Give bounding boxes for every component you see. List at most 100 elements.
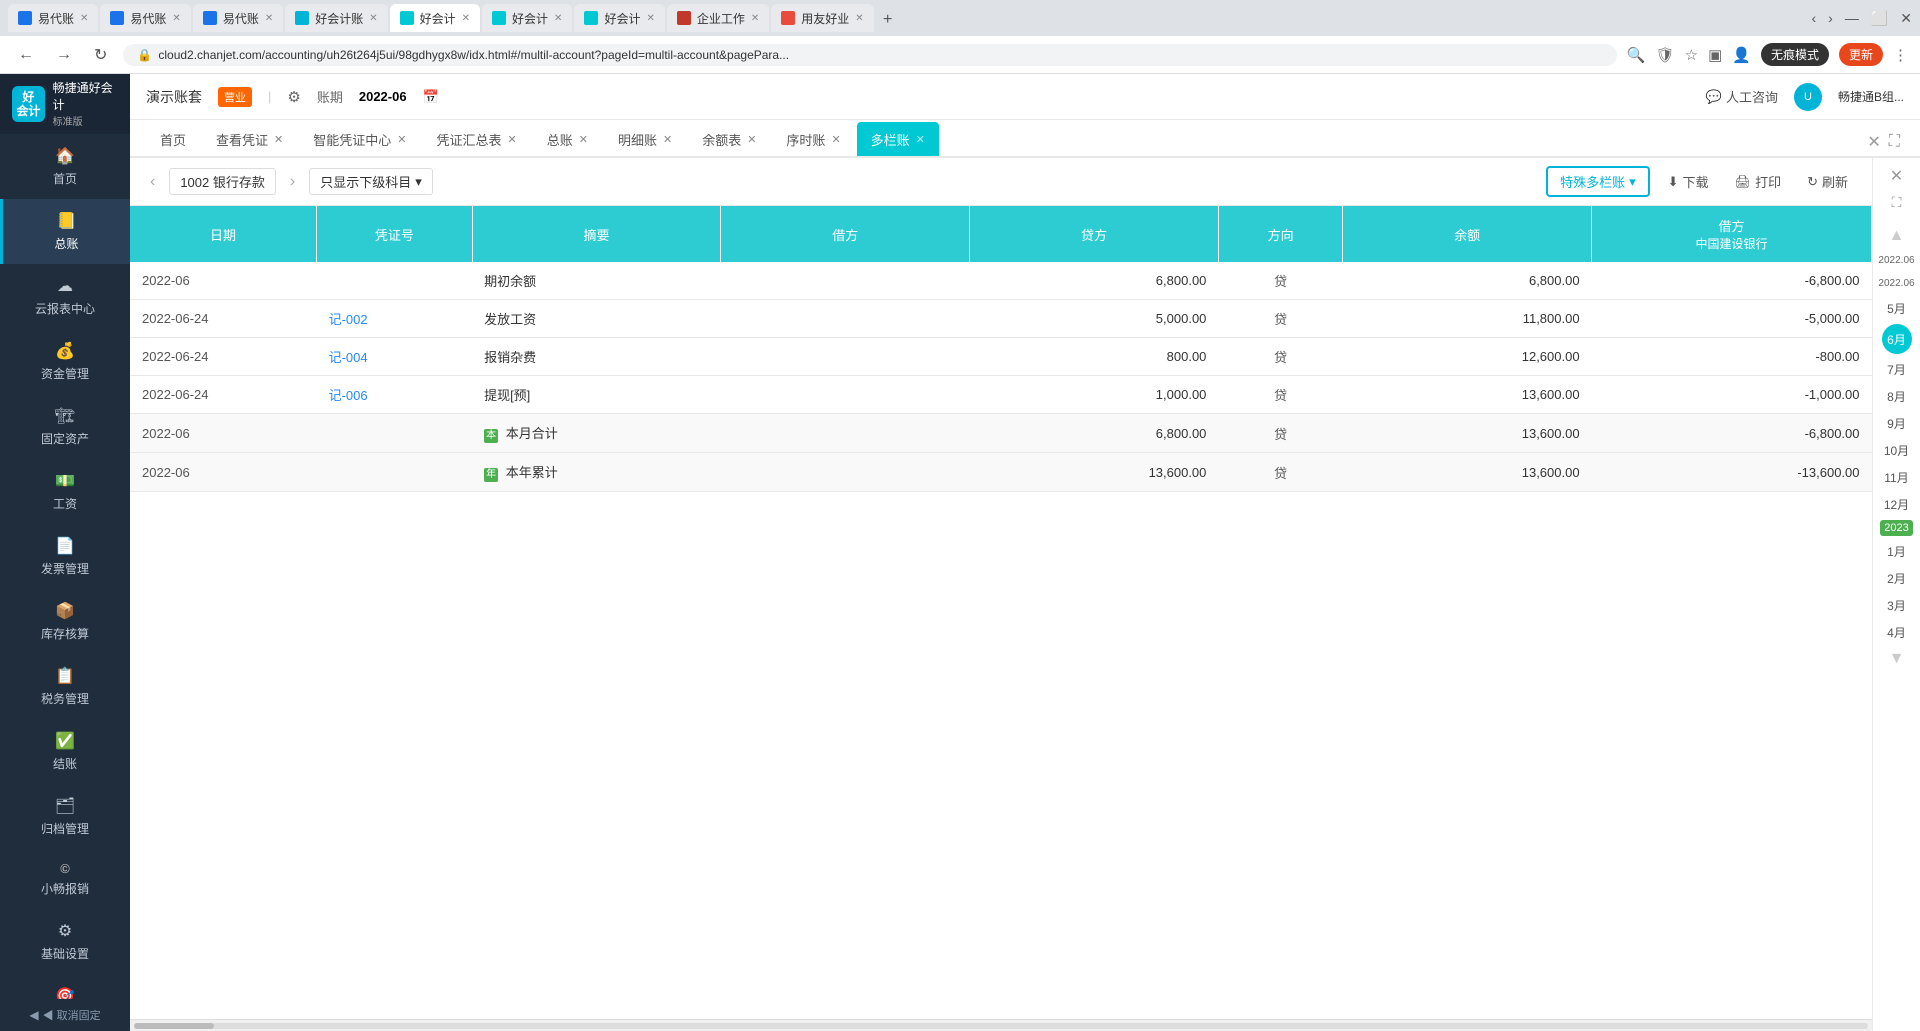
cell-voucher[interactable]: 记-002 xyxy=(317,300,472,338)
month-2023-2[interactable]: 2月 xyxy=(1878,565,1916,592)
sidebar-item-fund[interactable]: 💰 资金管理 xyxy=(0,329,130,394)
month-5[interactable]: 5月 xyxy=(1878,295,1916,322)
account-selector[interactable]: 1002 银行存款 xyxy=(169,168,276,195)
sub-account-toggle[interactable]: 只显示下级科目 ▾ xyxy=(309,168,433,195)
cell-voucher[interactable]: 记-004 xyxy=(317,338,472,376)
page-tab-general-ledger[interactable]: 总账 ✕ xyxy=(533,122,602,156)
app-logo[interactable]: 好会计 畅捷通好会计 标准版 xyxy=(0,74,130,134)
tab-close-5[interactable]: ✕ xyxy=(462,13,470,24)
bookmark-icon[interactable]: ☆ xyxy=(1685,46,1698,64)
page-tab-smart-voucher[interactable]: 智能凭证中心 ✕ xyxy=(299,122,420,156)
panel-resize-button[interactable]: ⛶ xyxy=(1885,129,1904,155)
timeline-expand-button[interactable]: ⛶ xyxy=(1888,190,1906,215)
back-button[interactable]: ← xyxy=(12,44,40,66)
wuhen-mode-button[interactable]: 无痕模式 xyxy=(1761,43,1829,66)
tab-close-8[interactable]: ✕ xyxy=(751,13,759,24)
sidebar-item-fixed-assets[interactable]: 🏗 固定资产 xyxy=(0,394,130,459)
sidebar-item-home[interactable]: 🏠 首页 xyxy=(0,134,130,199)
tab-close-balance[interactable]: ✕ xyxy=(747,133,756,146)
sidebar-item-archive[interactable]: 🗂 归档管理 xyxy=(0,784,130,849)
tab-close-voucher[interactable]: ✕ xyxy=(274,133,283,146)
tab-close-3[interactable]: ✕ xyxy=(265,13,273,24)
panel-close-button[interactable]: ✕ xyxy=(1863,128,1884,156)
browser-tab-3[interactable]: 易代账 ✕ xyxy=(193,4,283,32)
tab-close-1[interactable]: ✕ xyxy=(80,13,88,24)
extension-icon[interactable]: 🛡 xyxy=(1656,46,1675,64)
tab-close-2[interactable]: ✕ xyxy=(172,13,180,24)
tab-scroll-right[interactable]: › xyxy=(1828,10,1833,26)
month-2023-1[interactable]: 1月 xyxy=(1878,538,1916,565)
month-10[interactable]: 10月 xyxy=(1878,437,1916,464)
tab-close-4[interactable]: ✕ xyxy=(369,13,377,24)
sidebar-item-cloud-report[interactable]: ☁ 云报表中心 xyxy=(0,264,130,329)
refresh-button[interactable]: ↻ 刷新 xyxy=(1799,168,1856,195)
browser-tab-5[interactable]: 好会计 ✕ xyxy=(390,4,480,32)
refresh-button[interactable]: ↻ xyxy=(88,43,113,67)
page-tab-multi-column[interactable]: 多栏账 ✕ xyxy=(857,122,939,156)
minimize-button[interactable]: — xyxy=(1845,10,1859,26)
update-button[interactable]: 更新 xyxy=(1839,43,1883,66)
horizontal-scrollbar[interactable] xyxy=(130,1019,1872,1031)
month-9[interactable]: 9月 xyxy=(1878,410,1916,437)
browser-tab-8[interactable]: 企业工作 ✕ xyxy=(667,4,769,32)
tab-close-detail-ledger[interactable]: ✕ xyxy=(663,133,672,146)
unpin-button[interactable]: ◀ ◀ 取消固定 xyxy=(0,999,130,1031)
month-8[interactable]: 8月 xyxy=(1878,383,1916,410)
tab-close-6[interactable]: ✕ xyxy=(554,13,562,24)
page-tab-journal[interactable]: 序时账 ✕ xyxy=(772,122,854,156)
page-tab-home[interactable]: 首页 xyxy=(146,122,200,156)
print-button[interactable]: 🖨 打印 xyxy=(1727,168,1790,195)
close-window-button[interactable]: ✕ xyxy=(1900,10,1912,27)
search-icon[interactable]: 🔍 xyxy=(1627,46,1646,64)
next-account-button[interactable]: › xyxy=(286,173,299,191)
special-multi-column-button[interactable]: 特殊多栏账 ▾ xyxy=(1546,166,1650,197)
month-11[interactable]: 11月 xyxy=(1878,464,1916,491)
sidebar-item-ledger[interactable]: 📒 总账 xyxy=(0,199,130,264)
month-2023-3[interactable]: 3月 xyxy=(1878,592,1916,619)
scroll-thumb[interactable] xyxy=(134,1023,214,1029)
tab-close-journal[interactable]: ✕ xyxy=(831,133,840,146)
month-2023-4[interactable]: 4月 xyxy=(1878,619,1916,646)
tab-scroll-left[interactable]: ‹ xyxy=(1811,10,1816,26)
prev-account-button[interactable]: ‹ xyxy=(146,173,159,191)
forward-button[interactable]: → xyxy=(50,44,78,66)
account-settings-icon[interactable]: ⚙ xyxy=(287,88,300,106)
browser-tab-7[interactable]: 好会计 ✕ xyxy=(574,4,664,32)
sidebar-item-invoice[interactable]: 📄 发票管理 xyxy=(0,524,130,589)
sidebar-item-guide[interactable]: 🎯 新手引导 xyxy=(0,974,130,999)
month-12[interactable]: 12月 xyxy=(1878,491,1916,518)
user-avatar[interactable]: U xyxy=(1794,83,1822,111)
restore-button[interactable]: ⬜ xyxy=(1871,10,1888,27)
page-tab-voucher[interactable]: 查看凭证 ✕ xyxy=(202,122,297,156)
browser-tab-2[interactable]: 易代账 ✕ xyxy=(100,4,190,32)
tab-close-general-ledger[interactable]: ✕ xyxy=(579,133,588,146)
new-tab-button[interactable]: + xyxy=(876,8,900,32)
tab-close-9[interactable]: ✕ xyxy=(855,13,863,24)
sidebar-item-settings[interactable]: ⚙ 基础设置 xyxy=(0,909,130,974)
browser-tab-6[interactable]: 好会计 ✕ xyxy=(482,4,572,32)
sidebar-item-payroll[interactable]: 💵 工资 xyxy=(0,459,130,524)
timeline-scroll-up-button[interactable]: ▲ xyxy=(1885,223,1909,249)
page-tab-detail-ledger[interactable]: 明细账 ✕ xyxy=(604,122,686,156)
tab-close-smart-voucher[interactable]: ✕ xyxy=(397,133,406,146)
tab-close-voucher-summary[interactable]: ✕ xyxy=(508,133,517,146)
tab-close-7[interactable]: ✕ xyxy=(646,13,654,24)
timeline-scroll-down-button[interactable]: ▼ xyxy=(1885,646,1909,672)
timeline-close-button[interactable]: ✕ xyxy=(1886,162,1907,190)
consultant-button[interactable]: 💬 人工咨询 xyxy=(1706,87,1778,106)
tab-close-multi-column[interactable]: ✕ xyxy=(916,133,925,146)
sidebar-item-close-accounts[interactable]: ✅ 结账 xyxy=(0,719,130,784)
cell-voucher[interactable]: 记-006 xyxy=(317,376,472,414)
profile-icon[interactable]: 👤 xyxy=(1732,46,1751,64)
sidebar-item-inventory[interactable]: 📦 库存核算 xyxy=(0,589,130,654)
month-7[interactable]: 7月 xyxy=(1878,356,1916,383)
month-6[interactable]: 6月 xyxy=(1882,324,1912,354)
download-button[interactable]: ⬇ 下载 xyxy=(1660,168,1717,195)
calendar-icon[interactable]: 📅 xyxy=(423,89,439,105)
browser-tab-1[interactable]: 易代账 ✕ xyxy=(8,4,98,32)
sidebar-item-tax[interactable]: 📋 税务管理 xyxy=(0,654,130,719)
url-bar[interactable]: 🔒 cloud2.chanjet.com/accounting/uh26t264… xyxy=(123,44,1617,66)
browser-tab-4[interactable]: 好会计账 ✕ xyxy=(285,4,387,32)
menu-icon[interactable]: ⋮ xyxy=(1893,46,1908,64)
page-tab-voucher-summary[interactable]: 凭证汇总表 ✕ xyxy=(422,122,530,156)
